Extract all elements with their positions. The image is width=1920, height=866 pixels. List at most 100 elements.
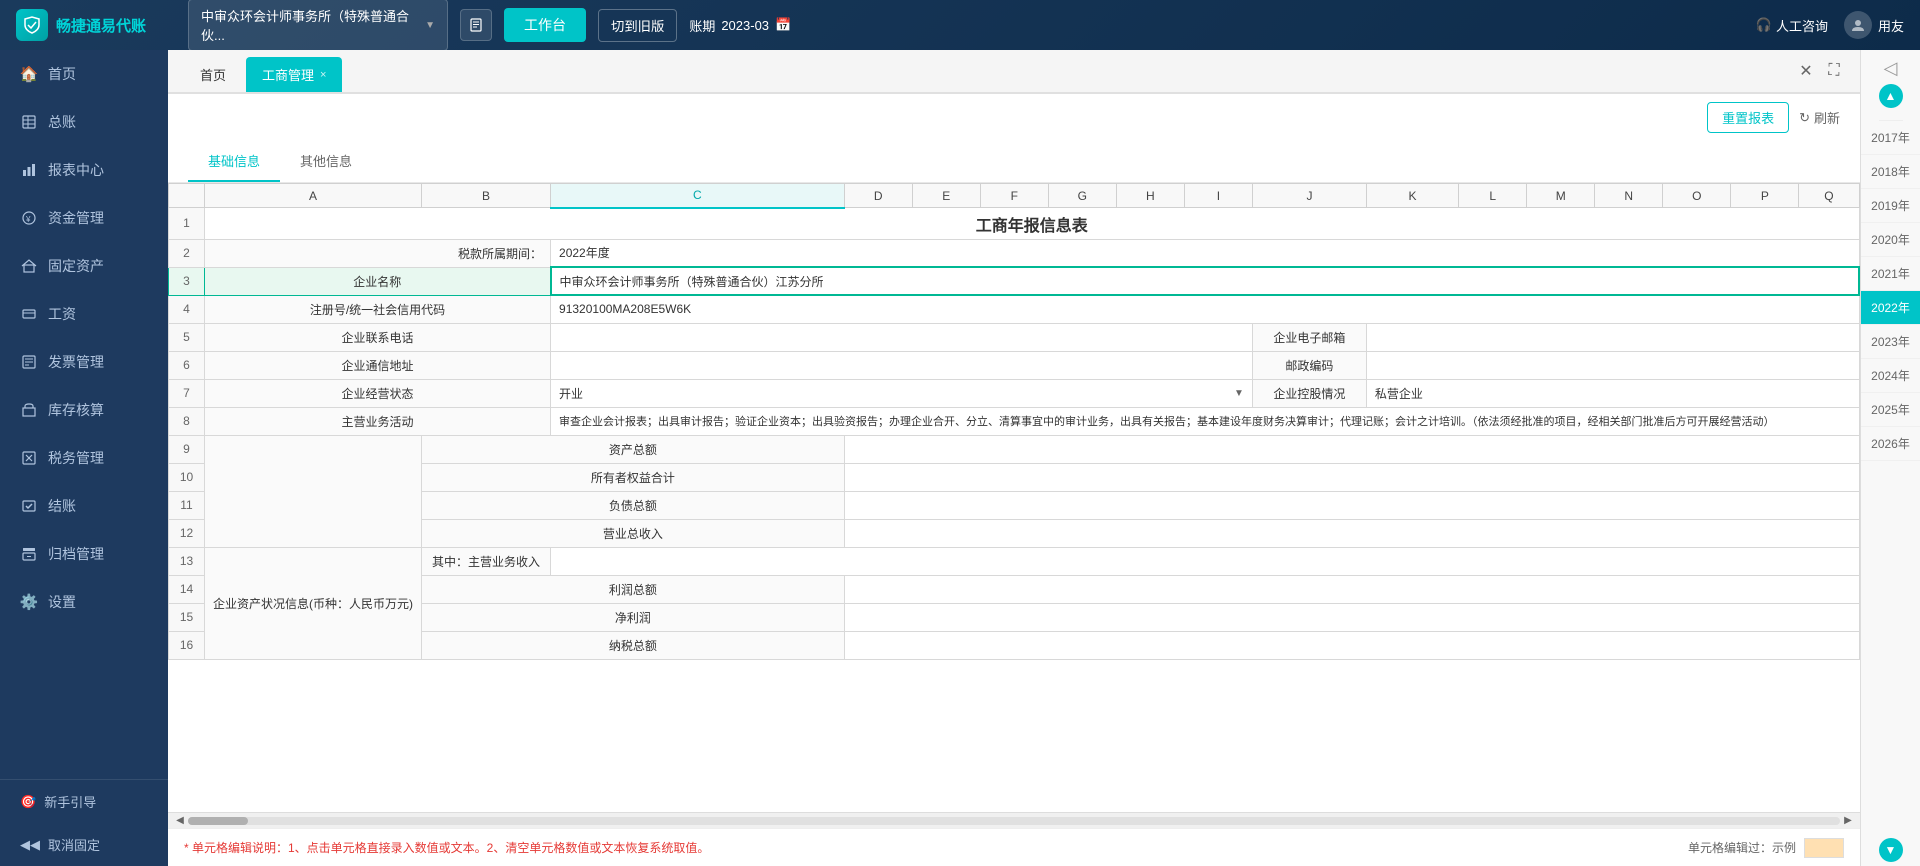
year-item-2021[interactable]: 2021年 bbox=[1861, 257, 1920, 291]
table-row: 11 负债总额 bbox=[169, 491, 1860, 519]
sidebar-label-finance: 资金管理 bbox=[48, 208, 104, 228]
sub-tabs: 基础信息 其他信息 bbox=[168, 141, 1860, 183]
scroll-left-arrow[interactable]: ◀ bbox=[172, 813, 188, 829]
row-num-15: 15 bbox=[169, 603, 205, 631]
sidebar-item-settings[interactable]: ⚙️ 设置 bbox=[0, 578, 168, 626]
reset-button[interactable]: 重置报表 bbox=[1707, 102, 1789, 133]
scroll-up-button[interactable]: ▲ bbox=[1879, 84, 1903, 108]
year-item-2026[interactable]: 2026年 bbox=[1861, 427, 1920, 461]
row-num-10: 10 bbox=[169, 463, 205, 491]
total-tax-cell[interactable] bbox=[844, 631, 1859, 659]
sub-tab-other-label: 其他信息 bbox=[300, 154, 352, 169]
h-scrollbar-thumb[interactable] bbox=[188, 817, 248, 825]
workbench-button[interactable]: 工作台 bbox=[504, 8, 586, 42]
sub-tab-basic[interactable]: 基础信息 bbox=[188, 141, 280, 182]
col-header-I: I bbox=[1184, 184, 1252, 208]
finance-icon: ¥ bbox=[20, 209, 38, 227]
main-biz-value-cell[interactable]: 审查企业会计报表；出具审计报告；验证企业资本；出具验资报告；办理企业合开、分立、… bbox=[551, 407, 1859, 435]
table-row: 13 企业资产状况信息(币种：人民币万元) 其中：主营业务收入 bbox=[169, 547, 1860, 575]
calendar-icon[interactable]: 📅 bbox=[775, 17, 791, 33]
scroll-down-button[interactable]: ▼ bbox=[1879, 838, 1903, 862]
table-row: 2 税款所属期间： 2022年度 bbox=[169, 239, 1860, 267]
tab-bar: 首页 工商管理 × ✕ ⛶ bbox=[168, 50, 1860, 94]
table-row: 4 注册号/统一社会信用代码 91320100MA208E5W6K bbox=[169, 295, 1860, 323]
user-avatar bbox=[1844, 11, 1872, 39]
sidebar-item-guide[interactable]: 🎯 新手引导 bbox=[0, 780, 168, 823]
year-item-2022[interactable]: 2022年 bbox=[1861, 291, 1920, 325]
company-name: 中审众环会计师事务所（特殊普通合伙... bbox=[201, 6, 417, 44]
biz-status-cell[interactable]: 开业 ▼ bbox=[551, 379, 1253, 407]
archive-icon bbox=[20, 545, 38, 563]
spreadsheet-container: A B C D E F G H I J K L M bbox=[168, 183, 1860, 866]
total-revenue-cell[interactable] bbox=[844, 519, 1859, 547]
assets-icon bbox=[20, 257, 38, 275]
reg-value-cell[interactable]: 91320100MA208E5W6K bbox=[551, 295, 1859, 323]
consultation-button[interactable]: 🎧 人工咨询 bbox=[1756, 16, 1828, 35]
user-area[interactable]: 用友 bbox=[1844, 11, 1904, 39]
year-item-2024[interactable]: 2024年 bbox=[1861, 359, 1920, 393]
sheet-title-cell[interactable]: 工商年报信息表 bbox=[205, 208, 1860, 240]
top-header: 畅捷通易代账 中审众环会计师事务所（特殊普通合伙... ▼ 工作台 切到旧版 账… bbox=[0, 0, 1920, 50]
sidebar-item-salary[interactable]: 工资 bbox=[0, 290, 168, 338]
collapse-right-icon[interactable]: ◁ bbox=[1881, 58, 1901, 78]
tab-gongshang[interactable]: 工商管理 × bbox=[246, 57, 342, 92]
period-value-cell[interactable]: 2022年度 bbox=[551, 239, 1859, 267]
sidebar-item-tax[interactable]: 税务管理 bbox=[0, 434, 168, 482]
sidebar-label-assets: 固定资产 bbox=[48, 256, 104, 276]
spreadsheet-scroll[interactable]: A B C D E F G H I J K L M bbox=[168, 183, 1860, 812]
biz-status-label: 企业经营状态 bbox=[205, 379, 551, 407]
sidebar-item-report[interactable]: 报表中心 bbox=[0, 146, 168, 194]
refresh-button[interactable]: ↻ 刷新 bbox=[1799, 108, 1840, 127]
tab-home[interactable]: 首页 bbox=[184, 57, 242, 92]
postal-label: 邮政编码 bbox=[1252, 351, 1366, 379]
row-num-9: 9 bbox=[169, 435, 205, 463]
sidebar-item-invoice[interactable]: 发票管理 bbox=[0, 338, 168, 386]
sidebar-item-assets[interactable]: 固定资产 bbox=[0, 242, 168, 290]
year-item-2019[interactable]: 2019年 bbox=[1861, 189, 1920, 223]
headphone-icon: 🎧 bbox=[1756, 17, 1772, 33]
expand-window-button[interactable]: ⛶ bbox=[1820, 57, 1848, 85]
profit-cell[interactable] bbox=[844, 575, 1859, 603]
email-value-cell[interactable] bbox=[1366, 323, 1859, 351]
doc-icon[interactable] bbox=[460, 9, 492, 41]
year-item-2025[interactable]: 2025年 bbox=[1861, 393, 1920, 427]
logo-icon bbox=[16, 9, 48, 41]
net-profit-cell[interactable] bbox=[844, 603, 1859, 631]
company-name-value-cell[interactable]: 中审众环会计师事务所（特殊普通合伙）江苏分所 bbox=[551, 267, 1859, 295]
total-revenue-label: 营业总收入 bbox=[422, 519, 845, 547]
sidebar-item-home[interactable]: 🏠 首页 bbox=[0, 50, 168, 98]
close-window-button[interactable]: ✕ bbox=[1792, 57, 1820, 85]
sidebar-item-archive[interactable]: 归档管理 bbox=[0, 530, 168, 578]
sidebar-item-unpin[interactable]: ◀◀ 取消固定 bbox=[0, 823, 168, 866]
postal-value-cell[interactable] bbox=[1366, 351, 1859, 379]
year-item-2020[interactable]: 2020年 bbox=[1861, 223, 1920, 257]
liabilities-cell[interactable] bbox=[844, 491, 1859, 519]
scroll-right-arrow[interactable]: ▶ bbox=[1840, 813, 1856, 829]
tab-close-icon[interactable]: × bbox=[320, 69, 326, 81]
table-row: 16 纳税总额 bbox=[169, 631, 1860, 659]
period-label-cell: 税款所属期间： bbox=[205, 239, 551, 267]
sidebar-item-ledger[interactable]: 总账 bbox=[0, 98, 168, 146]
period-area: 账期 2023-03 📅 bbox=[689, 16, 791, 35]
year-item-2023[interactable]: 2023年 bbox=[1861, 325, 1920, 359]
sidebar-label-guide: 新手引导 bbox=[44, 792, 96, 811]
total-assets-cell[interactable] bbox=[844, 435, 1859, 463]
equity-cell[interactable] bbox=[844, 463, 1859, 491]
address-value-cell[interactable] bbox=[551, 351, 1253, 379]
sidebar-item-settle[interactable]: 结账 bbox=[0, 482, 168, 530]
sidebar-item-finance[interactable]: ¥ 资金管理 bbox=[0, 194, 168, 242]
h-scrollbar-track[interactable] bbox=[188, 817, 1840, 825]
main-revenue-cell[interactable] bbox=[551, 547, 1859, 575]
table-row: 3 企业名称 中审众环会计师事务所（特殊普通合伙）江苏分所 bbox=[169, 267, 1860, 295]
company-selector[interactable]: 中审众环会计师事务所（特殊普通合伙... ▼ bbox=[188, 0, 448, 51]
sidebar-item-inventory[interactable]: 库存核算 bbox=[0, 386, 168, 434]
h-scrollbar[interactable]: ◀ ▶ bbox=[168, 812, 1860, 828]
old-version-button[interactable]: 切到旧版 bbox=[598, 9, 677, 42]
year-item-2017[interactable]: 2017年 bbox=[1861, 121, 1920, 155]
year-item-2018[interactable]: 2018年 bbox=[1861, 155, 1920, 189]
phone-value-cell[interactable] bbox=[551, 323, 1253, 351]
company-name-label: 企业名称 bbox=[205, 267, 551, 295]
main-layout: 🏠 首页 总账 报表中心 bbox=[0, 50, 1920, 866]
ownership-value-cell[interactable]: 私营企业 bbox=[1366, 379, 1859, 407]
sub-tab-other[interactable]: 其他信息 bbox=[280, 141, 372, 182]
